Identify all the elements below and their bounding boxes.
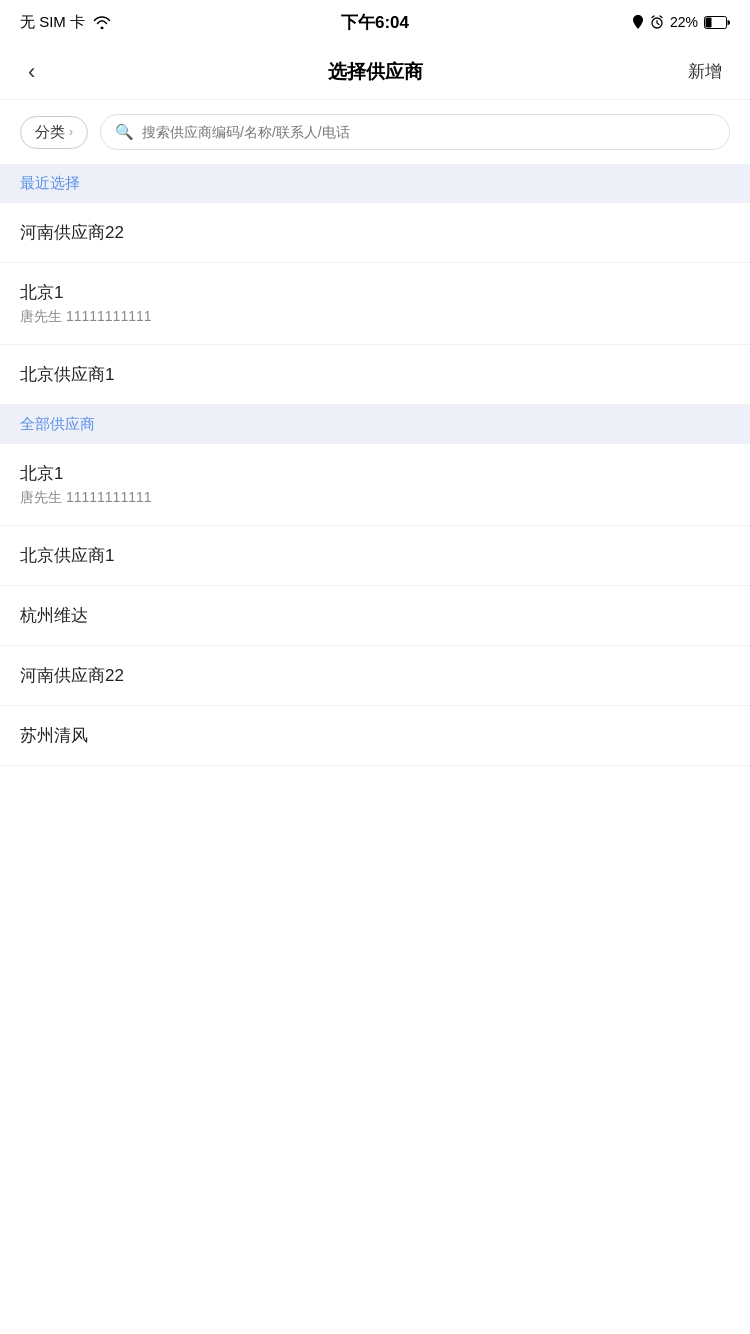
search-input[interactable] bbox=[142, 124, 715, 140]
battery-label: 22% bbox=[670, 14, 698, 30]
location-icon bbox=[632, 15, 644, 29]
list-item[interactable]: 北京1 唐先生 11111111111 bbox=[0, 263, 750, 345]
recent-list: 河南供应商22 北京1 唐先生 11111111111 北京供应商1 bbox=[0, 203, 750, 405]
wifi-icon bbox=[93, 15, 111, 29]
item-detail: 唐先生 11111111111 bbox=[20, 308, 730, 326]
recent-section-label: 最近选择 bbox=[20, 174, 80, 191]
add-button[interactable]: 新增 bbox=[680, 52, 730, 91]
item-detail: 唐先生 11111111111 bbox=[20, 489, 730, 507]
item-name: 河南供应商22 bbox=[20, 664, 730, 687]
filter-bar: 分类 › 🔍 bbox=[0, 100, 750, 164]
item-name: 北京供应商1 bbox=[20, 544, 730, 567]
list-item[interactable]: 河南供应商22 bbox=[0, 646, 750, 706]
all-section-header: 全部供应商 bbox=[0, 405, 750, 444]
category-label: 分类 bbox=[35, 123, 65, 142]
list-item[interactable]: 杭州维达 bbox=[0, 586, 750, 646]
status-time: 下午6:04 bbox=[341, 11, 409, 34]
search-icon: 🔍 bbox=[115, 123, 134, 141]
svg-rect-2 bbox=[706, 17, 712, 27]
list-item[interactable]: 苏州清风 bbox=[0, 706, 750, 766]
page-title: 选择供应商 bbox=[328, 59, 423, 85]
all-list: 北京1 唐先生 11111111111 北京供应商1 杭州维达河南供应商22 苏州清… bbox=[0, 444, 750, 766]
item-name: 北京1 bbox=[20, 281, 730, 304]
status-left: 无 SIM 卡 bbox=[20, 13, 111, 32]
all-section-label: 全部供应商 bbox=[20, 415, 95, 432]
list-item[interactable]: 北京供应商1 bbox=[0, 345, 750, 405]
category-button[interactable]: 分类 › bbox=[20, 116, 88, 149]
list-item[interactable]: 北京1 唐先生 11111111111 bbox=[0, 444, 750, 526]
alarm-icon bbox=[650, 15, 664, 29]
list-item[interactable]: 河南供应商22 bbox=[0, 203, 750, 263]
battery-icon bbox=[704, 16, 730, 29]
item-name: 苏州清风 bbox=[20, 724, 730, 747]
no-sim-label: 无 SIM 卡 bbox=[20, 13, 85, 32]
nav-bar: ‹ 选择供应商 新增 bbox=[0, 44, 750, 100]
recent-section-header: 最近选择 bbox=[0, 164, 750, 203]
item-name: 河南供应商22 bbox=[20, 221, 730, 244]
status-right: 22% bbox=[632, 14, 730, 30]
item-name: 北京1 bbox=[20, 462, 730, 485]
list-item[interactable]: 北京供应商1 bbox=[0, 526, 750, 586]
chevron-right-icon: › bbox=[69, 125, 73, 139]
item-name: 杭州维达 bbox=[20, 604, 730, 627]
status-bar: 无 SIM 卡 下午6:04 22% bbox=[0, 0, 750, 44]
back-button[interactable]: ‹ bbox=[20, 51, 43, 93]
item-name: 北京供应商1 bbox=[20, 363, 730, 386]
search-box[interactable]: 🔍 bbox=[100, 114, 730, 150]
